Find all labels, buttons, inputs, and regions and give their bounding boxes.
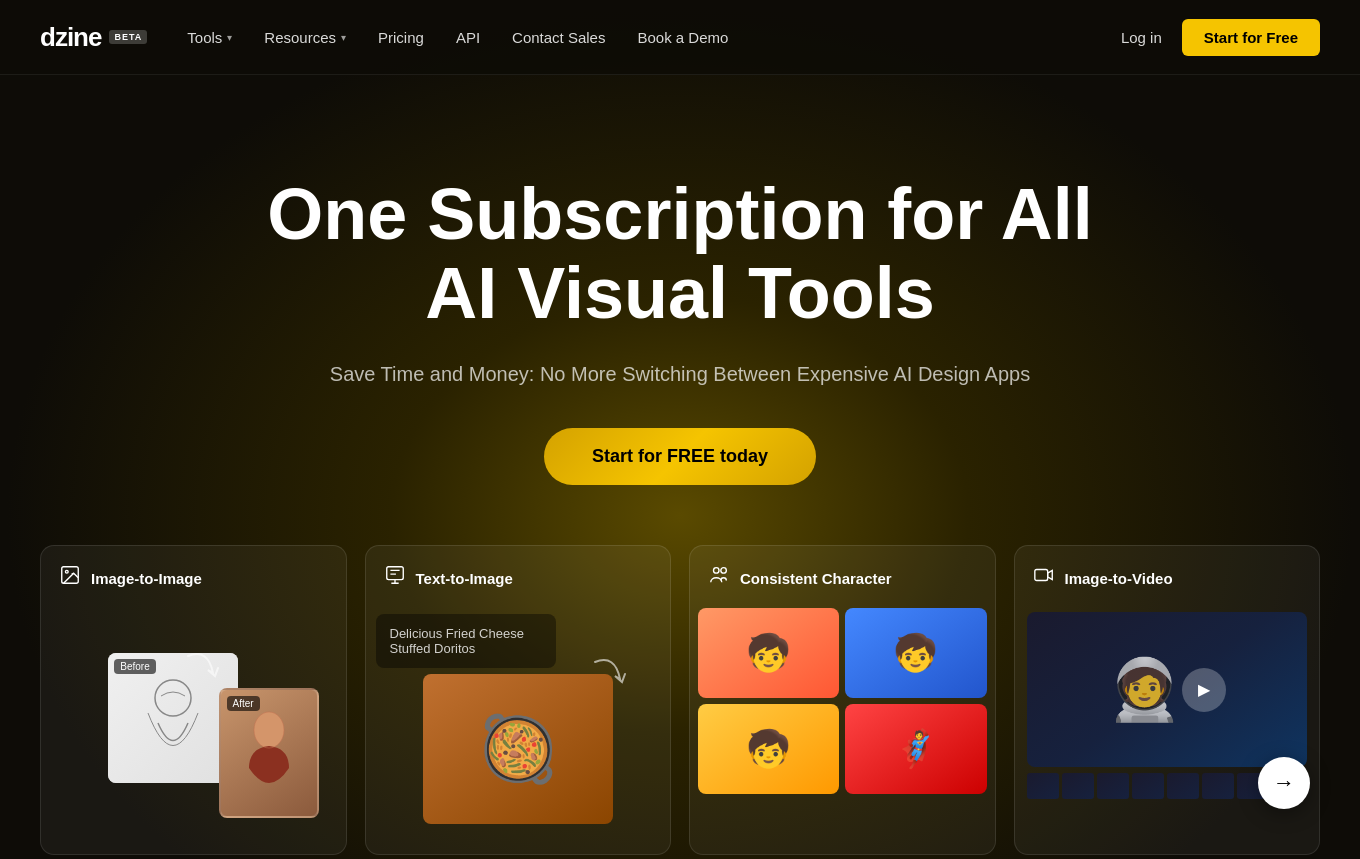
strip-frame — [1062, 773, 1094, 799]
strip-frame — [1167, 773, 1199, 799]
hero-section: One Subscription for All AI Visual Tools… — [0, 75, 1360, 545]
start-free-button[interactable]: Start for Free — [1182, 19, 1320, 56]
play-button[interactable]: ▶ — [1182, 668, 1226, 712]
char-cell-1: 🧒 — [698, 608, 839, 698]
svg-point-1 — [65, 571, 68, 574]
chevron-down-icon: ▾ — [227, 32, 232, 43]
nav-tools[interactable]: Tools ▾ — [187, 29, 232, 46]
card-label: Image-to-Image — [91, 570, 202, 587]
strip-frame — [1027, 773, 1059, 799]
chevron-down-icon: ▾ — [341, 32, 346, 43]
char-cell-2: 🧒 — [845, 608, 986, 698]
text-to-image-icon — [384, 564, 406, 592]
strip-frame — [1132, 773, 1164, 799]
before-label: Before — [114, 659, 155, 674]
nav-api[interactable]: API — [456, 29, 480, 46]
hero-cta-button[interactable]: Start for FREE today — [544, 428, 816, 485]
video-thumbnail: 🧑‍🚀 ▶ — [1027, 612, 1308, 767]
character-grid: 🧒 🧒 🧒 🦸 — [690, 604, 995, 802]
nav-right: Log in Start for Free — [1121, 19, 1320, 56]
image-to-image-icon — [59, 564, 81, 592]
card-label: Image-to-Video — [1065, 570, 1173, 587]
image-to-video-icon — [1033, 564, 1055, 592]
nav-contact[interactable]: Contact Sales — [512, 29, 605, 46]
navbar: dzine BETA Tools ▾ Resources ▾ Pricing A… — [0, 0, 1360, 75]
strip-frame — [1097, 773, 1129, 799]
hero-title: One Subscription for All AI Visual Tools — [20, 175, 1340, 333]
hero-subtitle: Save Time and Money: No More Switching B… — [20, 363, 1340, 386]
nav-book-demo[interactable]: Book a Demo — [637, 29, 728, 46]
strip-frame — [1202, 773, 1234, 799]
svg-point-6 — [714, 568, 720, 574]
svg-point-7 — [721, 568, 727, 574]
consistent-character-icon — [708, 564, 730, 592]
after-label: After — [227, 696, 260, 711]
logo[interactable]: dzine BETA — [40, 22, 147, 53]
card-image-to-image: Image-to-Image Before — [40, 545, 347, 855]
card-consistent-character: Consistent Character 🧒 🧒 🧒 🦸 — [689, 545, 996, 855]
astronaut-figure: 🧑‍🚀 — [1107, 654, 1182, 725]
cards-row-1: Image-to-Image Before — [0, 545, 1360, 859]
char-cell-4: 🦸 — [845, 704, 986, 794]
card-label: Text-to-Image — [416, 570, 513, 587]
text-prompt: Delicious Fried Cheese Stuffed Doritos — [376, 614, 556, 668]
login-button[interactable]: Log in — [1121, 29, 1162, 46]
beta-badge: BETA — [109, 30, 147, 44]
card-image-to-video: Image-to-Video 🧑‍🚀 ▶ — [1014, 545, 1321, 855]
food-image: 🥘 — [478, 712, 558, 787]
svg-rect-8 — [1034, 570, 1047, 581]
nav-links: Tools ▾ Resources ▾ Pricing API Contact … — [187, 29, 728, 46]
svg-rect-5 — [386, 567, 403, 580]
nav-pricing[interactable]: Pricing — [378, 29, 424, 46]
fab-button[interactable]: → — [1258, 757, 1310, 809]
nav-resources[interactable]: Resources ▾ — [264, 29, 346, 46]
card-text-to-image: Text-to-Image Delicious Fried Cheese Stu… — [365, 545, 672, 855]
fab-arrow-icon: → — [1273, 770, 1295, 796]
char-cell-3: 🧒 — [698, 704, 839, 794]
card-label: Consistent Character — [740, 570, 892, 587]
logo-text: dzine — [40, 22, 101, 53]
